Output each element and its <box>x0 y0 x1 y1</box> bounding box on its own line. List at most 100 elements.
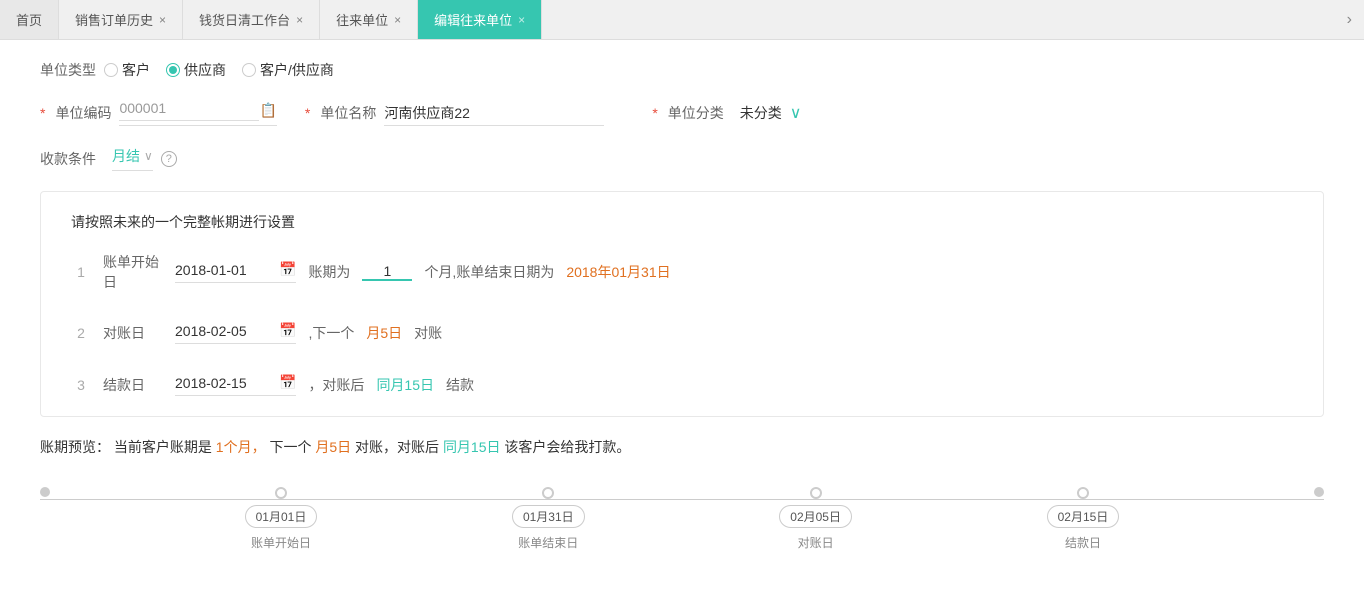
unit-name-input[interactable]: 河南供应商22 <box>384 101 604 126</box>
account-preview-label: 账期预览： <box>40 439 110 455</box>
payment-condition-arrow-icon: ∨ <box>144 149 153 163</box>
timeline-node-4: 02月15日 结款日 <box>1047 487 1120 551</box>
period-row-3: 3 结款日 2018-02-15 📅 ，对账后 同月15日 结款 <box>71 374 1293 396</box>
timeline-node-4-tag: 02月15日 <box>1047 505 1120 528</box>
tab-sales-history[interactable]: 销售订单历史 × <box>59 0 183 39</box>
tab-partner-label: 往来单位 <box>336 10 388 29</box>
timeline-node-3: 02月05日 对账日 <box>779 487 852 551</box>
timeline-node-2-tag: 01月31日 <box>512 505 585 528</box>
tab-cash-work[interactable]: 钱货日清工作台 × <box>183 0 320 39</box>
radio-supplier-circle <box>166 63 180 77</box>
unit-name-required: * <box>305 105 310 121</box>
unit-code-input[interactable]: 000001 <box>119 100 259 121</box>
tab-partner[interactable]: 往来单位 × <box>320 0 418 39</box>
period-row-2-calendar-icon[interactable]: 📅 <box>279 322 296 339</box>
timeline-node-1-dot <box>275 487 287 499</box>
account-preview: 账期预览： 当前客户账期是 1个月， 下一个 月5日 对账，对账后 同月15日 … <box>40 437 1324 457</box>
main-content: 单位类型 客户 供应商 客户/供应商 * 单位编码 000001 📋 * 单位名… <box>0 40 1364 608</box>
period-row-1: 1 账单开始日 2018-01-01 📅 账期为 1 个月,账单结束日期为 20… <box>71 252 1293 292</box>
period-card: 请按照未来的一个完整帐期进行设置 1 账单开始日 2018-01-01 📅 账期… <box>40 191 1324 417</box>
tab-home[interactable]: 首页 <box>0 0 59 39</box>
timeline-node-2: 01月31日 账单结束日 <box>512 487 585 551</box>
radio-supplier-label: 供应商 <box>184 60 226 80</box>
timeline-node-1: 01月01日 账单开始日 <box>245 487 318 551</box>
period-row-2-label: 对账日 <box>103 323 163 343</box>
tab-sales-history-label: 销售订单历史 <box>75 10 153 29</box>
timeline-left-dot <box>40 487 50 497</box>
period-row-2-date-input: 2018-02-05 📅 <box>175 322 296 344</box>
unit-category-value: 未分类 <box>740 103 782 123</box>
radio-both-label: 客户/供应商 <box>260 60 334 80</box>
period-row-3-desc-after: 结款 <box>446 375 474 395</box>
tab-edit-partner-label: 编辑往来单位 <box>434 10 512 29</box>
tab-more-button[interactable]: › <box>1335 0 1364 39</box>
period-row-1-highlight-date: 2018年01月31日 <box>566 262 670 282</box>
period-row-2-desc-after: 对账 <box>414 323 442 343</box>
period-month-input[interactable]: 1 <box>362 263 412 281</box>
period-row-3-desc-before: ，对账后 <box>308 375 364 395</box>
period-row-1-desc-before: 账期为 <box>308 262 350 282</box>
period-row-3-date-input: 2018-02-15 📅 <box>175 374 296 396</box>
period-row-1-calendar-icon[interactable]: 📅 <box>279 261 296 278</box>
help-icon[interactable]: ? <box>161 151 177 167</box>
timeline-node-2-label: 账单结束日 <box>518 534 578 551</box>
unit-code-required: * <box>40 105 45 121</box>
timeline-node-4-label: 结款日 <box>1065 534 1101 551</box>
tab-edit-partner-close[interactable]: × <box>518 13 525 27</box>
radio-customer-label: 客户 <box>122 60 150 80</box>
unit-code-field: 000001 📋 <box>119 100 276 126</box>
unit-category-required: * <box>652 105 657 121</box>
period-row-2-highlight-day: 月5日 <box>366 323 402 343</box>
period-row-3-num: 3 <box>71 377 91 393</box>
timeline-node-3-dot <box>810 487 822 499</box>
radio-supplier[interactable]: 供应商 <box>166 60 226 80</box>
unit-type-label: 单位类型 <box>40 60 96 80</box>
radio-both-circle <box>242 63 256 77</box>
timeline-node-1-label: 账单开始日 <box>251 534 311 551</box>
period-row-3-label: 结款日 <box>103 375 163 395</box>
unit-info-row: * 单位编码 000001 📋 * 单位名称 河南供应商22 * 单位分类 未分… <box>40 100 1324 126</box>
timeline: 01月01日 账单开始日 01月31日 账单结束日 02月05日 对账日 02月… <box>40 477 1324 581</box>
period-row-1-date-input: 2018-01-01 📅 <box>175 261 296 283</box>
period-row-1-date-field[interactable]: 2018-01-01 <box>175 262 275 278</box>
period-row-1-label: 账单开始日 <box>103 252 163 292</box>
timeline-right-dot <box>1314 487 1324 497</box>
account-preview-text-end: 该客户会给我打款。 <box>504 439 630 455</box>
payment-condition-value: 月结 <box>112 146 140 166</box>
period-row-3-highlight-day: 同月15日 <box>376 375 434 395</box>
unit-code-icon[interactable]: 📋 <box>259 102 276 119</box>
unit-category-select[interactable]: 未分类 ∨ <box>740 103 802 123</box>
timeline-node-1-tag: 01月01日 <box>245 505 318 528</box>
account-preview-text-before: 当前客户账期是 <box>114 439 212 455</box>
unit-category-label: 单位分类 <box>668 103 724 123</box>
period-row-1-desc-after: 个月,账单结束日期为 <box>424 262 554 282</box>
period-row-2-num: 2 <box>71 325 91 341</box>
tab-cash-work-close[interactable]: × <box>296 13 303 27</box>
unit-name-label: 单位名称 <box>320 103 376 123</box>
account-preview-text-mid: 下一个 <box>269 439 311 455</box>
period-row-3-calendar-icon[interactable]: 📅 <box>279 374 296 391</box>
period-row-3-date-field[interactable]: 2018-02-15 <box>175 375 275 391</box>
tab-partner-close[interactable]: × <box>394 13 401 27</box>
tab-edit-partner[interactable]: 编辑往来单位 × <box>418 0 542 39</box>
timeline-node-3-tag: 02月05日 <box>779 505 852 528</box>
timeline-items: 01月01日 账单开始日 01月31日 账单结束日 02月05日 对账日 02月… <box>40 487 1324 551</box>
unit-type-row: 单位类型 客户 供应商 客户/供应商 <box>40 60 1324 80</box>
period-row-2-date-field[interactable]: 2018-02-05 <box>175 323 275 339</box>
period-row-1-num: 1 <box>71 264 91 280</box>
unit-code-label: 单位编码 <box>55 103 111 123</box>
tab-bar: 首页 销售订单历史 × 钱货日清工作台 × 往来单位 × 编辑往来单位 × › <box>0 0 1364 40</box>
account-preview-text-mid2: 对账，对账后 <box>355 439 439 455</box>
radio-both[interactable]: 客户/供应商 <box>242 60 334 80</box>
payment-condition-select[interactable]: 月结 ∨ <box>112 146 153 171</box>
tab-sales-history-close[interactable]: × <box>159 13 166 27</box>
timeline-node-4-dot <box>1077 487 1089 499</box>
period-card-title: 请按照未来的一个完整帐期进行设置 <box>71 212 1293 232</box>
payment-condition-label: 收款条件 <box>40 149 96 169</box>
tab-cash-work-label: 钱货日清工作台 <box>199 10 290 29</box>
radio-customer[interactable]: 客户 <box>104 60 150 80</box>
unit-type-radio-group: 客户 供应商 客户/供应商 <box>104 60 334 80</box>
account-preview-highlight1: 1个月， <box>216 439 266 455</box>
payment-condition-row: 收款条件 月结 ∨ ? <box>40 146 1324 171</box>
timeline-node-3-label: 对账日 <box>798 534 834 551</box>
